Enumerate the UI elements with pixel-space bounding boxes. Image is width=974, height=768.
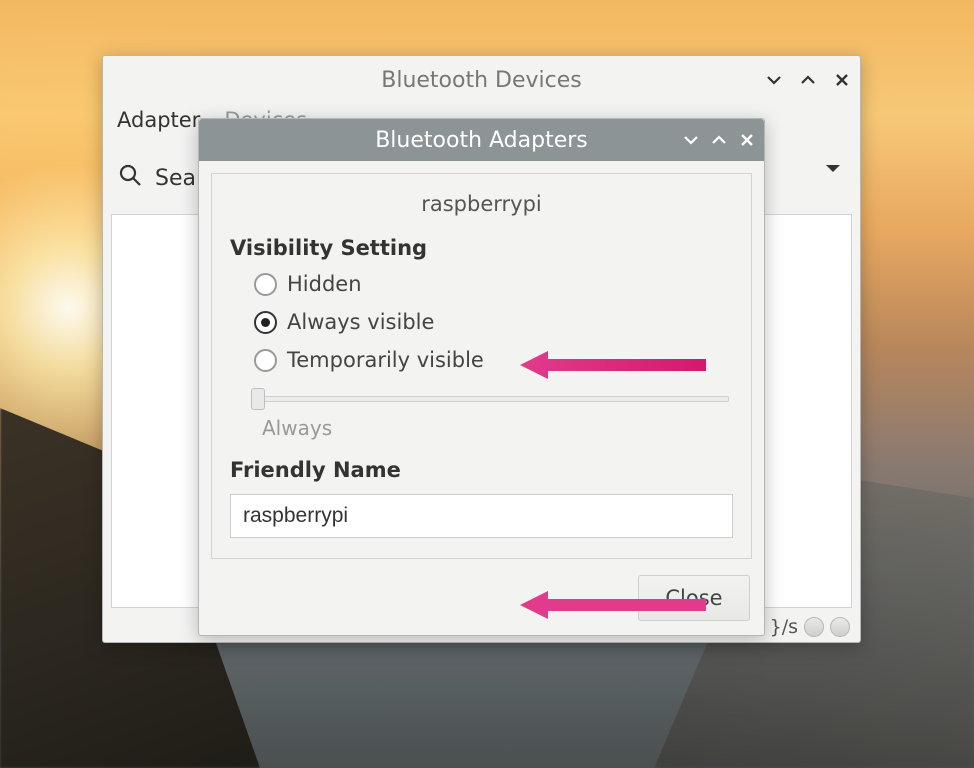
search-icon — [117, 162, 143, 194]
adapter-name: raspberrypi — [230, 188, 733, 232]
close-button[interactable] — [740, 133, 754, 147]
status-indicator — [830, 617, 850, 637]
toolbar-overflow-button[interactable] — [824, 160, 842, 178]
titlebar[interactable]: Bluetooth Devices — [103, 56, 860, 104]
statusbar: }/s — [770, 616, 850, 638]
visibility-option-always[interactable]: Always visible — [254, 310, 733, 334]
visibility-section-title: Visibility Setting — [230, 236, 733, 260]
status-rate: }/s — [770, 616, 798, 638]
friendly-name-section-title: Friendly Name — [230, 458, 733, 482]
slider-thumb[interactable] — [251, 388, 265, 410]
visibility-option-hidden[interactable]: Hidden — [254, 272, 733, 296]
close-dialog-button[interactable]: Close — [638, 575, 750, 621]
radio-icon — [254, 311, 277, 334]
bluetooth-adapters-dialog: Bluetooth Adapters raspberrypi Visibilit… — [198, 118, 765, 636]
radio-label: Always visible — [287, 310, 434, 334]
status-indicator — [804, 617, 824, 637]
radio-icon — [254, 273, 277, 296]
visibility-option-temporary[interactable]: Temporarily visible — [254, 348, 733, 372]
minimize-button[interactable] — [766, 72, 782, 88]
maximize-button[interactable] — [712, 133, 726, 147]
minimize-button[interactable] — [684, 133, 698, 147]
slider-value-label: Always — [262, 416, 733, 440]
titlebar[interactable]: Bluetooth Adapters — [199, 119, 764, 161]
radio-label: Hidden — [287, 272, 362, 296]
close-button[interactable] — [834, 72, 850, 88]
maximize-button[interactable] — [800, 72, 816, 88]
dialog-title: Bluetooth Adapters — [199, 128, 764, 153]
slider-track — [254, 396, 729, 402]
radio-label: Temporarily visible — [287, 348, 484, 372]
menu-adapter[interactable]: Adapter — [117, 108, 200, 132]
visibility-duration-slider[interactable] — [254, 386, 733, 410]
dialog-body: raspberrypi Visibility Setting Hidden Al… — [211, 173, 752, 559]
friendly-name-input[interactable] — [230, 494, 733, 538]
window-title: Bluetooth Devices — [103, 68, 860, 93]
radio-icon — [254, 349, 277, 372]
